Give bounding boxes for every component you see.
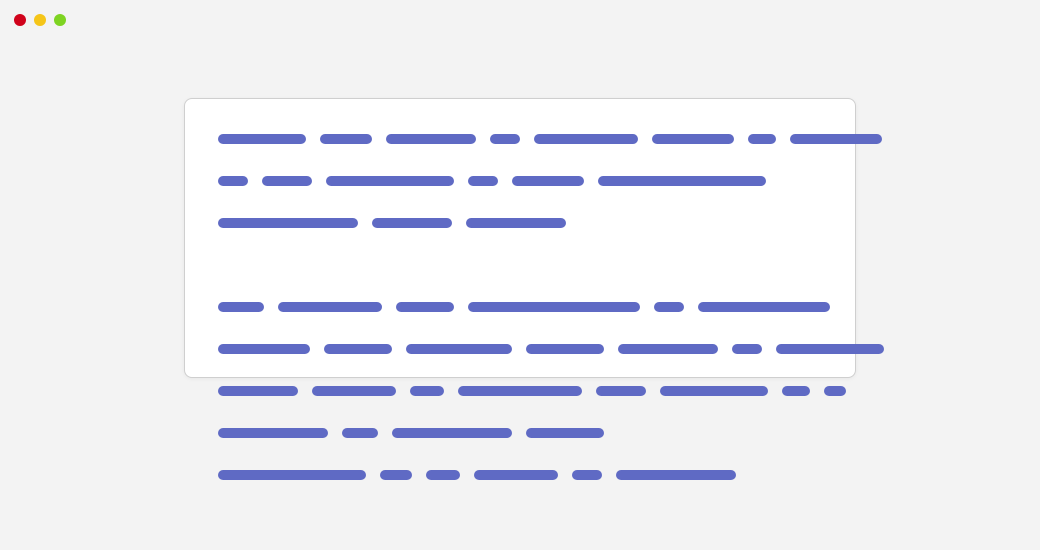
text-segment [782, 386, 810, 396]
window-minimize-icon[interactable] [34, 14, 46, 26]
text-segment [596, 386, 646, 396]
text-segment [218, 218, 358, 228]
text-segment [218, 134, 306, 144]
text-segment [406, 344, 512, 354]
text-segment [618, 344, 718, 354]
text-segment [616, 470, 736, 480]
text-segment [426, 470, 460, 480]
window-zoom-icon[interactable] [54, 14, 66, 26]
text-segment [320, 134, 372, 144]
text-line [218, 470, 828, 480]
text-segment [218, 302, 264, 312]
text-segment [534, 134, 638, 144]
text-segment [572, 470, 602, 480]
text-line [218, 344, 828, 354]
text-segment [468, 176, 498, 186]
window-titlebar [0, 0, 1040, 40]
text-segment [324, 344, 392, 354]
text-line [218, 302, 828, 312]
text-segment [748, 134, 776, 144]
text-line [218, 176, 828, 186]
text-segment [732, 344, 762, 354]
text-segment [526, 344, 604, 354]
text-segment [654, 302, 684, 312]
text-line [218, 134, 828, 144]
text-segment [218, 344, 310, 354]
text-segment [512, 176, 584, 186]
window-close-icon[interactable] [14, 14, 26, 26]
text-segment [660, 386, 768, 396]
text-segment [218, 176, 248, 186]
text-segment [598, 176, 766, 186]
text-segment [312, 386, 396, 396]
text-segment [380, 470, 412, 480]
text-segment [392, 428, 512, 438]
text-segment [468, 302, 640, 312]
text-segment [218, 428, 328, 438]
text-segment [652, 134, 734, 144]
text-segment [698, 302, 830, 312]
text-segment [526, 428, 604, 438]
text-segment [278, 302, 382, 312]
text-segment [466, 218, 566, 228]
text-segment [372, 218, 452, 228]
text-segment [386, 134, 476, 144]
text-segment [410, 386, 444, 396]
text-segment [342, 428, 378, 438]
text-segment [790, 134, 882, 144]
text-segment [776, 344, 884, 354]
text-line [218, 260, 828, 270]
text-segment [458, 386, 582, 396]
canvas [0, 40, 1040, 550]
text-line [218, 218, 828, 228]
text-segment [218, 470, 366, 480]
text-line [218, 428, 828, 438]
text-segment [824, 386, 846, 396]
text-segment [218, 386, 298, 396]
text-segment [490, 134, 520, 144]
text-segment [326, 176, 454, 186]
text-segment [396, 302, 454, 312]
text-line [218, 386, 828, 396]
text-segment [474, 470, 558, 480]
text-segment [262, 176, 312, 186]
placeholder-text-block [218, 134, 828, 512]
